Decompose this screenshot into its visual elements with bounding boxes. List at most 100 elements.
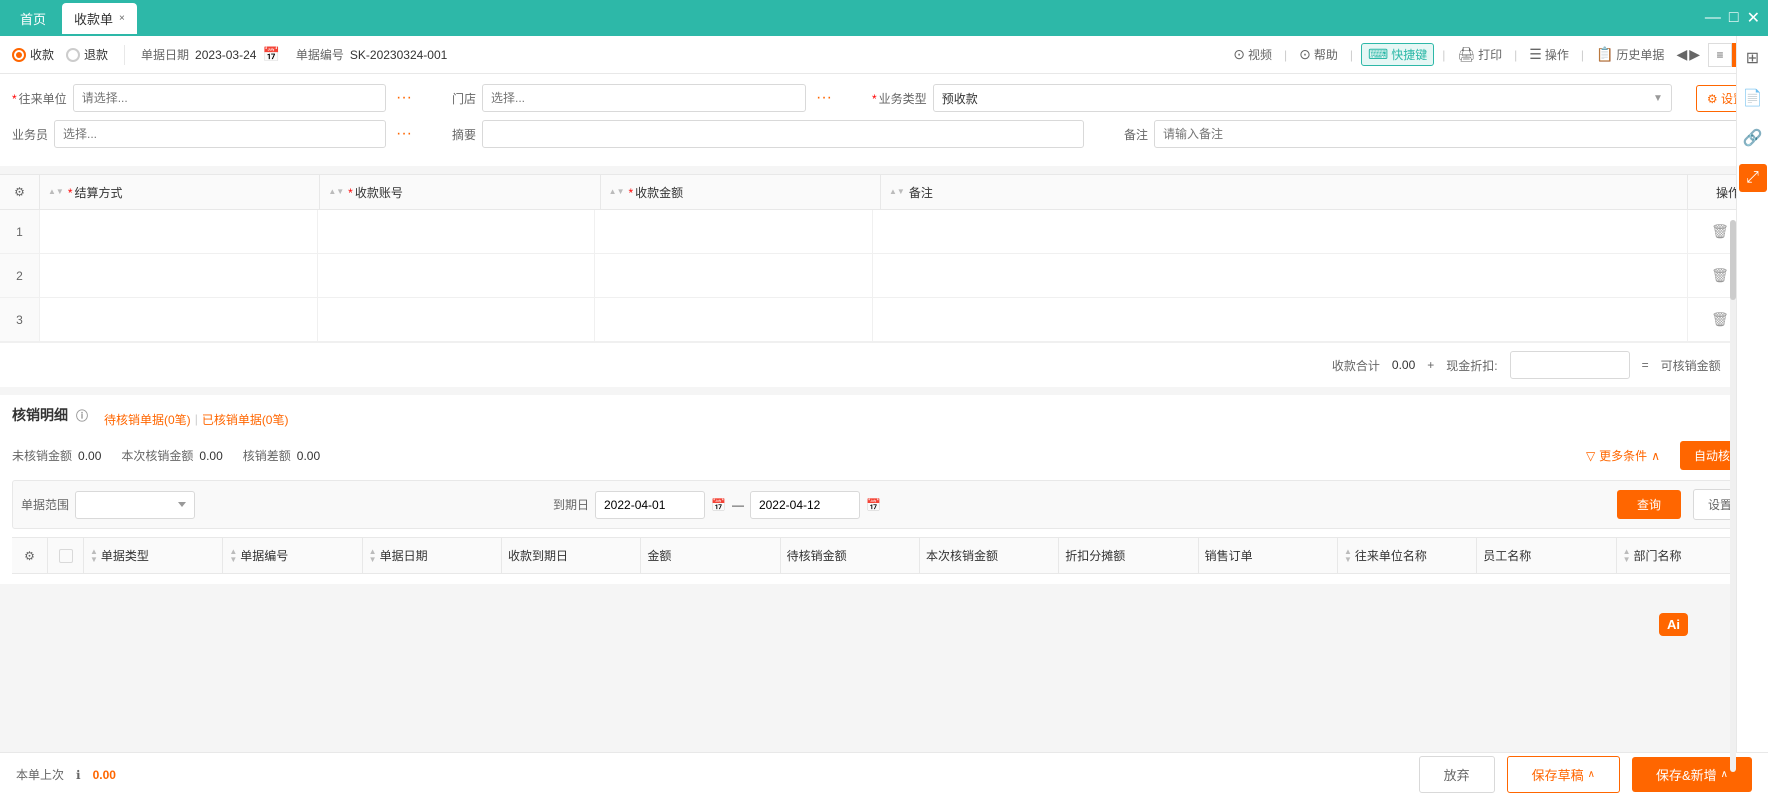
counterpart-more-btn[interactable]: ··· <box>396 89 412 107</box>
td-remark-3[interactable] <box>873 298 1688 341</box>
tab-close-icon[interactable]: × <box>119 13 125 24</box>
staff-label: 业务员 <box>12 126 48 143</box>
biz-type-select[interactable]: 预收款 ▼ <box>933 84 1672 112</box>
query-button[interactable]: 查询 <box>1617 490 1681 519</box>
save-draft-button[interactable]: 保存草稿 ∧ <box>1507 756 1620 793</box>
store-input[interactable] <box>482 84 806 112</box>
ai-badge[interactable]: Ai <box>1659 613 1688 636</box>
panel-document-icon[interactable]: 📄 <box>1739 84 1767 112</box>
section-divider <box>0 387 1768 395</box>
video-btn[interactable]: ⊙ 视频 <box>1229 44 1276 65</box>
biz-type-value: 预收款 <box>942 90 978 107</box>
nav-arrows: ◀ ▶ <box>1676 46 1700 63</box>
date-from-input[interactable] <box>595 491 705 519</box>
settlement-input-2[interactable] <box>44 260 313 292</box>
history-icon: 📋 <box>1596 46 1613 63</box>
top-nav: 首页 收款单 × — □ ✕ <box>0 0 1768 36</box>
scrollbar-thumb[interactable] <box>1730 220 1736 300</box>
td-amount-2[interactable] <box>595 254 873 297</box>
help-btn[interactable]: ⊙ 帮助 <box>1295 44 1342 65</box>
td-settlement-1[interactable] <box>40 210 318 253</box>
form-row-1: *往来单位 ··· 门店 ··· *业务类型 预收款 ▼ ⚙ 设置 <box>12 84 1756 112</box>
range-select[interactable] <box>75 491 195 519</box>
td-amount-1[interactable] <box>595 210 873 253</box>
summary-input[interactable] <box>482 120 1084 148</box>
right-panel: ⊞ 📄 🔗 ⤢ <box>1736 36 1768 752</box>
bottom-gear-icon[interactable]: ⚙ <box>12 538 48 573</box>
td-account-1[interactable] <box>318 210 596 253</box>
reconcile-stats: 未核销金额 0.00 本次核销金额 0.00 核销差额 0.00 ▽ 更多条件 … <box>12 441 1756 470</box>
td-settlement-2[interactable] <box>40 254 318 297</box>
td-settlement-3[interactable] <box>40 298 318 341</box>
panel-table-icon[interactable]: ⊞ <box>1739 44 1767 72</box>
summary-label: 摘要 <box>452 126 476 143</box>
refund-radio[interactable]: 退款 <box>66 46 108 63</box>
nav-tab-home[interactable]: 首页 <box>8 3 58 34</box>
store-more-btn[interactable]: ··· <box>816 89 832 107</box>
shortcut-icon: ⌨ <box>1368 46 1388 63</box>
filter-icon: ▽ <box>1586 449 1595 463</box>
nav-tab-receipt[interactable]: 收款单 × <box>62 3 137 34</box>
row-num-2: 2 <box>0 254 40 297</box>
shortcut-btn[interactable]: ⌨ 快捷键 <box>1361 43 1434 66</box>
td-account-2[interactable] <box>318 254 596 297</box>
bottom-checkbox-all[interactable] <box>48 538 84 573</box>
footer: 本单上次 ℹ 0.00 放弃 保存草稿 ∧ 保存&新增 ∧ <box>0 752 1768 796</box>
account-input-3[interactable] <box>322 304 591 336</box>
biz-type-field: *业务类型 预收款 ▼ ⚙ 设置 <box>872 84 1756 112</box>
window-close-button[interactable]: ✕ <box>1747 8 1760 28</box>
remark-input[interactable] <box>1154 120 1756 148</box>
account-input-1[interactable] <box>322 216 591 248</box>
panel-attachment-icon[interactable]: 🔗 <box>1739 124 1767 152</box>
date-icon[interactable]: 📅 <box>262 46 279 63</box>
refund-radio-circle <box>66 48 80 62</box>
row-delete-btn-1[interactable]: 🗑 <box>1711 223 1729 240</box>
panel-expand-icon[interactable]: ⤢ <box>1739 164 1767 192</box>
remark-input-3[interactable] <box>877 304 1683 336</box>
nav-next-btn[interactable]: ▶ <box>1689 46 1700 63</box>
calendar-to-icon: 📅 <box>866 498 881 512</box>
row-delete-btn-3[interactable]: 🗑 <box>1711 311 1729 328</box>
scrollbar[interactable] <box>1730 200 1736 752</box>
number-value: SK-20230324-001 <box>350 48 447 62</box>
td-remark-2[interactable] <box>873 254 1688 297</box>
settlement-input-3[interactable] <box>44 304 313 336</box>
nav-prev-btn[interactable]: ◀ <box>1676 46 1687 63</box>
window-min-button[interactable]: — <box>1705 9 1721 27</box>
settlement-input-1[interactable] <box>44 216 313 248</box>
date-value: 2023-03-24 <box>195 48 256 62</box>
account-input-2[interactable] <box>322 260 591 292</box>
counterpart-field: *往来单位 ··· <box>12 84 412 112</box>
discount-input[interactable] <box>1510 351 1630 379</box>
amount-input-2[interactable] <box>599 260 868 292</box>
receipt-radio[interactable]: 收款 <box>12 46 54 63</box>
history-btn[interactable]: 📋 历史单据 <box>1592 44 1668 65</box>
amount-input-1[interactable] <box>599 216 868 248</box>
td-account-3[interactable] <box>318 298 596 341</box>
date-to-input[interactable] <box>750 491 860 519</box>
print-icon: 🖨 <box>1457 46 1475 63</box>
actions-btn[interactable]: ☰ 操作 <box>1525 44 1573 65</box>
reconcile-info-icon[interactable]: ⓘ <box>76 407 88 424</box>
remark-input-1[interactable] <box>877 216 1683 248</box>
td-amount-3[interactable] <box>595 298 873 341</box>
checkbox-icon[interactable] <box>59 549 73 563</box>
abandon-button[interactable]: 放弃 <box>1419 756 1495 793</box>
remark-input-2[interactable] <box>877 260 1683 292</box>
td-remark-1[interactable] <box>873 210 1688 253</box>
current-reconcile-stat: 本次核销金额 0.00 <box>121 447 222 464</box>
list-view-btn[interactable]: ≡ <box>1708 43 1732 67</box>
more-conditions-btn[interactable]: ▽ 更多条件 ∧ <box>1586 447 1660 464</box>
row-delete-btn-2[interactable]: 🗑 <box>1711 267 1729 284</box>
summary-row: 收款合计 0.00 + 现金折扣: = 可核销金额 0.00 <box>0 342 1768 387</box>
pending-tab[interactable]: 待核销单据(0笔) <box>104 411 191 428</box>
staff-input[interactable] <box>54 120 386 148</box>
save-new-arrow-icon: ∧ <box>1721 769 1728 780</box>
counterpart-input[interactable] <box>73 84 386 112</box>
table-gear-icon[interactable]: ⚙ <box>0 175 40 209</box>
staff-more-btn[interactable]: ··· <box>396 125 412 143</box>
amount-input-3[interactable] <box>599 304 868 336</box>
done-tab[interactable]: 已核销单据(0笔) <box>202 411 289 428</box>
window-max-button[interactable]: □ <box>1729 9 1739 27</box>
print-btn[interactable]: 🖨 打印 <box>1453 44 1506 65</box>
